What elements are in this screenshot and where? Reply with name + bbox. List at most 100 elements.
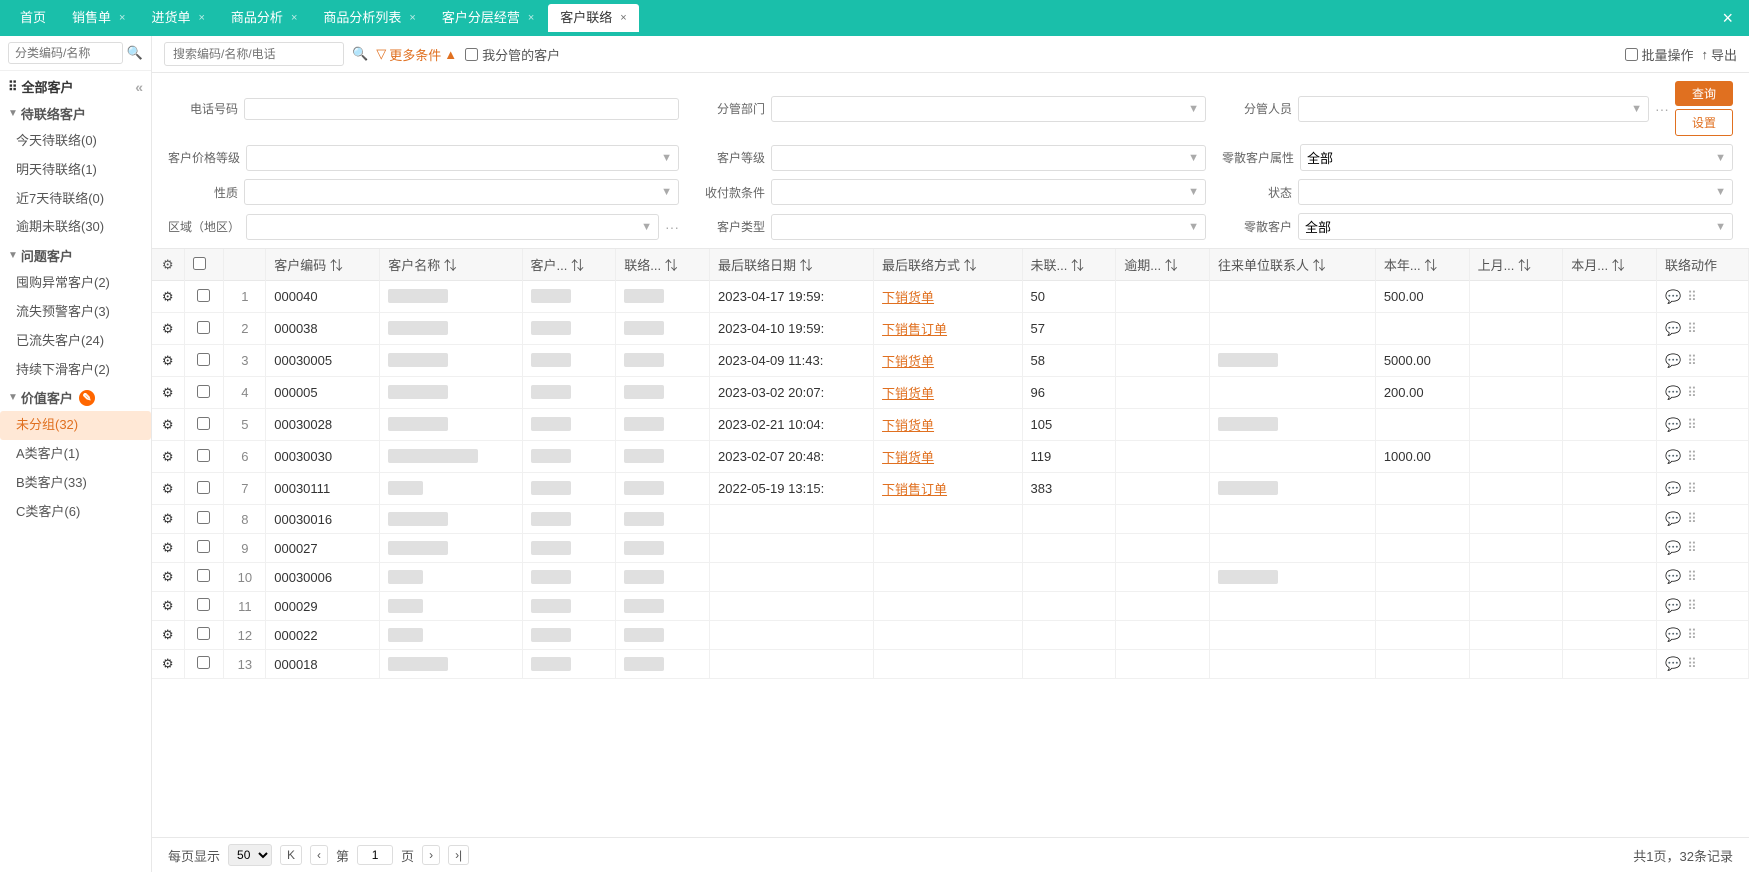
grid-action-icon[interactable]: ⠿ bbox=[1687, 540, 1697, 556]
td-checkbox[interactable] bbox=[184, 473, 224, 505]
dept-select[interactable]: ▼ bbox=[771, 96, 1206, 122]
chat-action-icon[interactable]: 💬 bbox=[1665, 540, 1681, 556]
tab-customer-contact[interactable]: 客户联络 × bbox=[548, 4, 638, 32]
td-last-method[interactable]: 下销货单 bbox=[874, 409, 1023, 441]
td-settings[interactable]: ⚙ bbox=[152, 563, 184, 592]
th-code[interactable]: 客户编码 ⇅ bbox=[266, 249, 380, 281]
grid-action-icon[interactable]: ⠿ bbox=[1687, 627, 1697, 643]
tab-home[interactable]: 首页 bbox=[8, 4, 58, 32]
chat-action-icon[interactable]: 💬 bbox=[1665, 511, 1681, 527]
close-product-analysis-tab[interactable]: × bbox=[291, 4, 297, 32]
batch-operation-btn[interactable]: 批量操作 bbox=[1625, 45, 1693, 64]
close-purchase-tab[interactable]: × bbox=[198, 4, 204, 32]
payment-select[interactable]: ▼ bbox=[771, 179, 1206, 205]
tab-purchase[interactable]: 进货单 × bbox=[139, 4, 216, 32]
td-action[interactable]: 💬⠿ bbox=[1657, 621, 1749, 650]
phone-input[interactable] bbox=[244, 98, 679, 120]
chat-action-icon[interactable]: 💬 bbox=[1665, 353, 1681, 369]
group-problem-customers[interactable]: ▼ 问题客户 bbox=[0, 242, 151, 269]
sidebar-item-7day-pending[interactable]: 近7天待联络(0) bbox=[0, 185, 151, 214]
td-settings[interactable]: ⚙ bbox=[152, 534, 184, 563]
sidebar-item-churn-warning[interactable]: 流失预警客户(3) bbox=[0, 298, 151, 327]
page-number-input[interactable] bbox=[357, 845, 393, 865]
th-last-date[interactable]: 最后联络日期 ⇅ bbox=[710, 249, 874, 281]
td-last-method[interactable] bbox=[874, 563, 1023, 592]
customer-type-select[interactable]: ▼ bbox=[771, 214, 1206, 240]
search-input[interactable] bbox=[164, 42, 344, 66]
td-checkbox[interactable] bbox=[184, 377, 224, 409]
select-all-checkbox[interactable] bbox=[193, 257, 206, 270]
sidebar-item-today-pending[interactable]: 今天待联络(0) bbox=[0, 127, 151, 156]
grid-action-icon[interactable]: ⠿ bbox=[1687, 417, 1697, 433]
td-action[interactable]: 💬⠿ bbox=[1657, 377, 1749, 409]
td-last-method[interactable] bbox=[874, 534, 1023, 563]
sidebar-item-class-a[interactable]: A类客户(1) bbox=[0, 440, 151, 469]
td-action[interactable]: 💬⠿ bbox=[1657, 409, 1749, 441]
tab-product-analysis[interactable]: 商品分析 × bbox=[219, 4, 309, 32]
prev-page-btn[interactable]: ‹ bbox=[310, 845, 328, 865]
page-size-select[interactable]: 50 bbox=[228, 844, 272, 866]
td-checkbox[interactable] bbox=[184, 281, 224, 313]
td-action[interactable]: 💬⠿ bbox=[1657, 563, 1749, 592]
td-checkbox[interactable] bbox=[184, 534, 224, 563]
my-customer-checkbox-area[interactable]: 我分管的客户 bbox=[465, 45, 560, 64]
td-settings[interactable]: ⚙ bbox=[152, 650, 184, 679]
td-settings[interactable]: ⚙ bbox=[152, 345, 184, 377]
customer-level-select[interactable]: ▼ bbox=[771, 145, 1206, 171]
sidebar-item-unclassified[interactable]: 未分组(32) bbox=[0, 411, 151, 440]
td-settings[interactable]: ⚙ bbox=[152, 592, 184, 621]
td-last-method[interactable]: 下销货单 bbox=[874, 281, 1023, 313]
td-action[interactable]: 💬⠿ bbox=[1657, 592, 1749, 621]
query-button[interactable]: 查询 bbox=[1675, 81, 1733, 106]
td-action[interactable]: 💬⠿ bbox=[1657, 473, 1749, 505]
tab-customer-tier[interactable]: 客户分层经营 × bbox=[430, 4, 546, 32]
chat-action-icon[interactable]: 💬 bbox=[1665, 481, 1681, 497]
reset-button[interactable]: 设置 bbox=[1675, 109, 1733, 136]
chat-action-icon[interactable]: 💬 bbox=[1665, 385, 1681, 401]
td-last-method[interactable] bbox=[874, 505, 1023, 534]
close-all-tabs[interactable]: × bbox=[1714, 8, 1741, 29]
search-icon[interactable]: 🔍 bbox=[352, 46, 368, 62]
tab-sales[interactable]: 销售单 × bbox=[60, 4, 137, 32]
td-action[interactable]: 💬⠿ bbox=[1657, 281, 1749, 313]
price-level-select[interactable]: ▼ bbox=[246, 145, 679, 171]
th-settings[interactable]: ⚙ bbox=[152, 249, 184, 281]
sidebar-item-overdue-pending[interactable]: 逾期未联络(30) bbox=[0, 213, 151, 242]
td-settings[interactable]: ⚙ bbox=[152, 441, 184, 473]
td-action[interactable]: 💬⠿ bbox=[1657, 345, 1749, 377]
chat-action-icon[interactable]: 💬 bbox=[1665, 449, 1681, 465]
td-checkbox[interactable] bbox=[184, 505, 224, 534]
td-action[interactable]: 💬⠿ bbox=[1657, 313, 1749, 345]
td-action[interactable]: 💬⠿ bbox=[1657, 650, 1749, 679]
sidebar-item-churned[interactable]: 已流失客户(24) bbox=[0, 327, 151, 356]
th-this-year[interactable]: 本年... ⇅ bbox=[1375, 249, 1469, 281]
td-settings[interactable]: ⚙ bbox=[152, 281, 184, 313]
td-checkbox[interactable] bbox=[184, 313, 224, 345]
th-name[interactable]: 客户名称 ⇅ bbox=[380, 249, 522, 281]
status-select[interactable]: ▼ bbox=[1298, 179, 1733, 205]
th-contact[interactable]: 联络... ⇅ bbox=[616, 249, 710, 281]
th-unit-contact[interactable]: 往来单位联系人 ⇅ bbox=[1210, 249, 1376, 281]
grid-action-icon[interactable]: ⠿ bbox=[1687, 385, 1697, 401]
td-last-method[interactable]: 下销货单 bbox=[874, 377, 1023, 409]
th-this-month[interactable]: 本月... ⇅ bbox=[1563, 249, 1657, 281]
gender-select[interactable]: ▼ bbox=[244, 179, 679, 205]
th-type[interactable]: 客户... ⇅ bbox=[522, 249, 616, 281]
grid-action-icon[interactable]: ⠿ bbox=[1687, 289, 1697, 305]
grid-action-icon[interactable]: ⠿ bbox=[1687, 353, 1697, 369]
chat-action-icon[interactable]: 💬 bbox=[1665, 627, 1681, 643]
td-checkbox[interactable] bbox=[184, 592, 224, 621]
first-page-btn[interactable]: K bbox=[280, 845, 302, 865]
td-settings[interactable]: ⚙ bbox=[152, 409, 184, 441]
chat-action-icon[interactable]: 💬 bbox=[1665, 417, 1681, 433]
export-btn[interactable]: ↑ 导出 bbox=[1701, 45, 1737, 64]
td-last-method[interactable]: 下销售订单 bbox=[874, 473, 1023, 505]
sidebar-item-class-c[interactable]: C类客户(6) bbox=[0, 498, 151, 527]
grid-action-icon[interactable]: ⠿ bbox=[1687, 598, 1697, 614]
retail-customer-select[interactable]: 全部 ▼ bbox=[1298, 213, 1733, 240]
group-value-customers[interactable]: ▼ 价值客户 ✎ bbox=[0, 384, 151, 411]
td-action[interactable]: 💬⠿ bbox=[1657, 441, 1749, 473]
region-more-icon[interactable]: ··· bbox=[665, 219, 679, 235]
retail-attr-select[interactable]: 全部 ▼ bbox=[1300, 144, 1733, 171]
grid-action-icon[interactable]: ⠿ bbox=[1687, 481, 1697, 497]
